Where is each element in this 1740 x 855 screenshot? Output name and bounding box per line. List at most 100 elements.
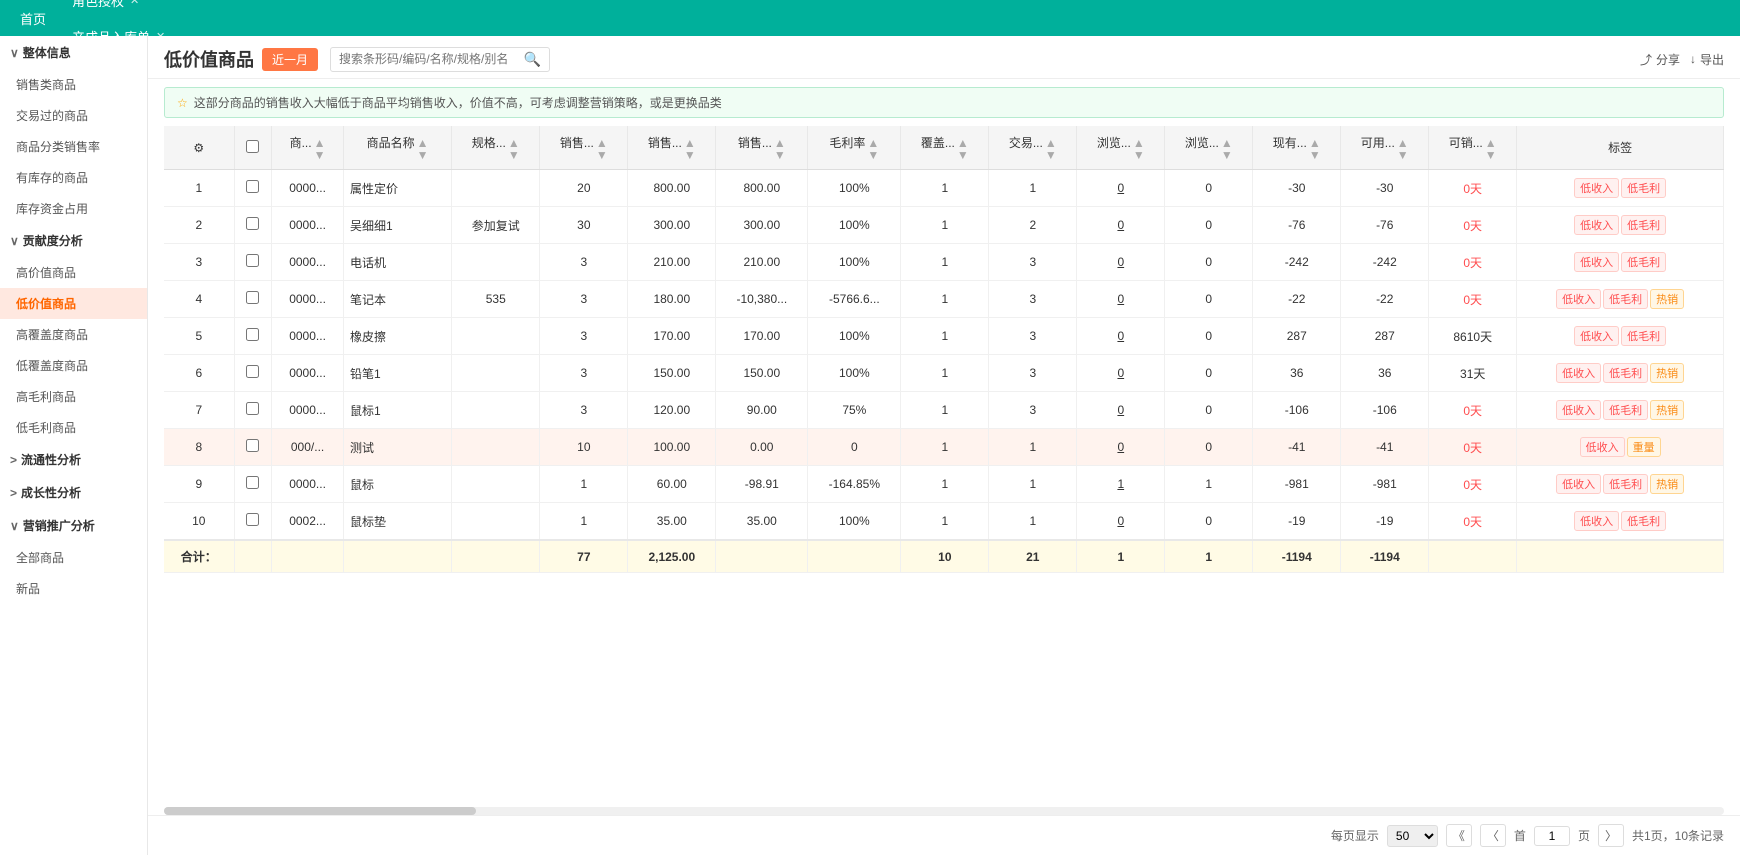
nav-tab-角色授权[interactable]: 角色授权✕ bbox=[60, 0, 177, 18]
sort-icon[interactable]: ▲▼ bbox=[1397, 137, 1409, 161]
share-btn[interactable]: ⤴ 分享 bbox=[1640, 51, 1680, 68]
sidebar-group-贡献度分析[interactable]: ∨贡献度分析 bbox=[0, 224, 147, 257]
sidebar-item-商品分类销售率[interactable]: 商品分类销售率 bbox=[0, 131, 147, 162]
col-header-10[interactable]: 交易...▲▼ bbox=[989, 126, 1077, 170]
col-header-11[interactable]: 浏览...▲▼ bbox=[1077, 126, 1165, 170]
sidebar-item-高覆盖度商品[interactable]: 高覆盖度商品 bbox=[0, 319, 147, 350]
view-link[interactable]: 0 bbox=[1117, 292, 1124, 306]
view-link[interactable]: 0 bbox=[1117, 366, 1124, 380]
sort-icon[interactable]: ▲▼ bbox=[596, 137, 608, 161]
row-check[interactable] bbox=[234, 355, 272, 392]
row-checkbox[interactable] bbox=[246, 513, 259, 526]
sort-icon[interactable]: ▲▼ bbox=[1485, 137, 1497, 161]
sidebar-item-低覆盖度商品[interactable]: 低覆盖度商品 bbox=[0, 350, 147, 381]
view-link[interactable]: 0 bbox=[1117, 218, 1124, 232]
view-link[interactable]: 0 bbox=[1117, 255, 1124, 269]
row-checkbox[interactable] bbox=[246, 328, 259, 341]
col-header-15[interactable]: 可销...▲▼ bbox=[1429, 126, 1517, 170]
filter-btn[interactable]: 近一月 bbox=[262, 48, 318, 71]
sidebar-group-营销推广分析[interactable]: ∨营销推广分析 bbox=[0, 509, 147, 542]
sidebar-item-高价值商品[interactable]: 高价值商品 bbox=[0, 257, 147, 288]
row-view1[interactable]: 0 bbox=[1077, 318, 1165, 355]
sidebar-group-成长性分析[interactable]: >成长性分析 bbox=[0, 476, 147, 509]
sidebar-item-低毛利商品[interactable]: 低毛利商品 bbox=[0, 412, 147, 443]
row-checkbox[interactable] bbox=[246, 254, 259, 267]
select-all-checkbox[interactable] bbox=[246, 140, 259, 153]
col-header-13[interactable]: 现有...▲▼ bbox=[1253, 126, 1341, 170]
sidebar-item-有库存的商品[interactable]: 有库存的商品 bbox=[0, 162, 147, 193]
row-check[interactable] bbox=[234, 429, 272, 466]
sort-icon[interactable]: ▲▼ bbox=[1221, 137, 1233, 161]
sort-icon[interactable]: ▲▼ bbox=[1309, 137, 1321, 161]
tab-close-icon[interactable]: ✕ bbox=[130, 0, 139, 7]
row-checkbox[interactable] bbox=[246, 476, 259, 489]
table-wrapper[interactable]: ⚙商...▲▼商品名称▲▼规格...▲▼销售...▲▼销售...▲▼销售...▲… bbox=[148, 126, 1740, 807]
search-icon[interactable]: 🔍 bbox=[524, 51, 541, 68]
scrollbar-thumb[interactable] bbox=[164, 807, 476, 815]
sidebar-item-库存资金占用[interactable]: 库存资金占用 bbox=[0, 193, 147, 224]
sidebar-item-高毛利商品[interactable]: 高毛利商品 bbox=[0, 381, 147, 412]
row-check[interactable] bbox=[234, 244, 272, 281]
tab-close-icon[interactable]: ✕ bbox=[156, 66, 165, 79]
sidebar-item-全部商品[interactable]: 全部商品 bbox=[0, 542, 147, 573]
sort-icon[interactable]: ▲▼ bbox=[508, 137, 520, 161]
row-checkbox[interactable] bbox=[246, 365, 259, 378]
row-check[interactable] bbox=[234, 466, 272, 503]
row-check[interactable] bbox=[234, 170, 272, 207]
sort-icon[interactable]: ▲▼ bbox=[1045, 137, 1057, 161]
view-link[interactable]: 0 bbox=[1117, 514, 1124, 528]
row-check[interactable] bbox=[234, 392, 272, 429]
view-link[interactable]: 0 bbox=[1117, 440, 1124, 454]
col-header-2[interactable]: 商...▲▼ bbox=[272, 126, 344, 170]
row-checkbox[interactable] bbox=[246, 402, 259, 415]
row-check[interactable] bbox=[234, 281, 272, 318]
col-header-5[interactable]: 销售...▲▼ bbox=[540, 126, 628, 170]
next-page-btn[interactable]: 〉 bbox=[1598, 824, 1624, 847]
gear-icon[interactable]: ⚙ bbox=[193, 141, 204, 155]
tab-close-icon[interactable]: ✕ bbox=[156, 30, 165, 43]
row-checkbox[interactable] bbox=[246, 180, 259, 193]
row-view1[interactable]: 0 bbox=[1077, 429, 1165, 466]
col-header-3[interactable]: 商品名称▲▼ bbox=[343, 126, 451, 170]
per-page-select[interactable]: 50 100 200 bbox=[1387, 825, 1438, 847]
sidebar-item-新品[interactable]: 新品 bbox=[0, 573, 147, 604]
row-check[interactable] bbox=[234, 207, 272, 244]
col-header-14[interactable]: 可用...▲▼ bbox=[1341, 126, 1429, 170]
sort-icon[interactable]: ▲▼ bbox=[867, 137, 879, 161]
scrollbar-area[interactable] bbox=[164, 807, 1724, 815]
view-link[interactable]: 1 bbox=[1117, 477, 1124, 491]
col-header-9[interactable]: 覆盖...▲▼ bbox=[901, 126, 989, 170]
row-checkbox[interactable] bbox=[246, 439, 259, 452]
col-header-6[interactable]: 销售...▲▼ bbox=[628, 126, 716, 170]
first-page-btn[interactable]: 《 bbox=[1446, 824, 1472, 847]
row-view1[interactable]: 0 bbox=[1077, 207, 1165, 244]
sidebar-group-整体信息[interactable]: ∨整体信息 bbox=[0, 36, 147, 69]
tab-close-icon[interactable]: ✕ bbox=[130, 102, 139, 115]
col-header-4[interactable]: 规格...▲▼ bbox=[452, 126, 540, 170]
col-header-8[interactable]: 毛利率▲▼ bbox=[808, 126, 901, 170]
sort-icon[interactable]: ▲▼ bbox=[314, 137, 326, 161]
view-link[interactable]: 0 bbox=[1117, 181, 1124, 195]
nav-home[interactable]: 首页 bbox=[8, 9, 58, 28]
sidebar-item-销售类商品[interactable]: 销售类商品 bbox=[0, 69, 147, 100]
sidebar-item-交易过的商品[interactable]: 交易过的商品 bbox=[0, 100, 147, 131]
view-link[interactable]: 0 bbox=[1117, 403, 1124, 417]
col-header-12[interactable]: 浏览...▲▼ bbox=[1165, 126, 1253, 170]
row-checkbox[interactable] bbox=[246, 291, 259, 304]
row-view1[interactable]: 1 bbox=[1077, 466, 1165, 503]
prev-page-btn[interactable]: 〈 bbox=[1480, 824, 1506, 847]
page-input[interactable] bbox=[1534, 826, 1570, 846]
row-view1[interactable]: 0 bbox=[1077, 244, 1165, 281]
sort-icon[interactable]: ▲▼ bbox=[957, 137, 969, 161]
sidebar-group-流通性分析[interactable]: >流通性分析 bbox=[0, 443, 147, 476]
row-view1[interactable]: 0 bbox=[1077, 503, 1165, 541]
row-view1[interactable]: 0 bbox=[1077, 281, 1165, 318]
col-header-7[interactable]: 销售...▲▼ bbox=[716, 126, 808, 170]
row-check[interactable] bbox=[234, 318, 272, 355]
row-view1[interactable]: 0 bbox=[1077, 355, 1165, 392]
row-view1[interactable]: 0 bbox=[1077, 170, 1165, 207]
search-input[interactable] bbox=[339, 52, 518, 66]
row-check[interactable] bbox=[234, 503, 272, 541]
export-btn[interactable]: ↓ 导出 bbox=[1690, 51, 1724, 68]
view-link[interactable]: 0 bbox=[1117, 329, 1124, 343]
